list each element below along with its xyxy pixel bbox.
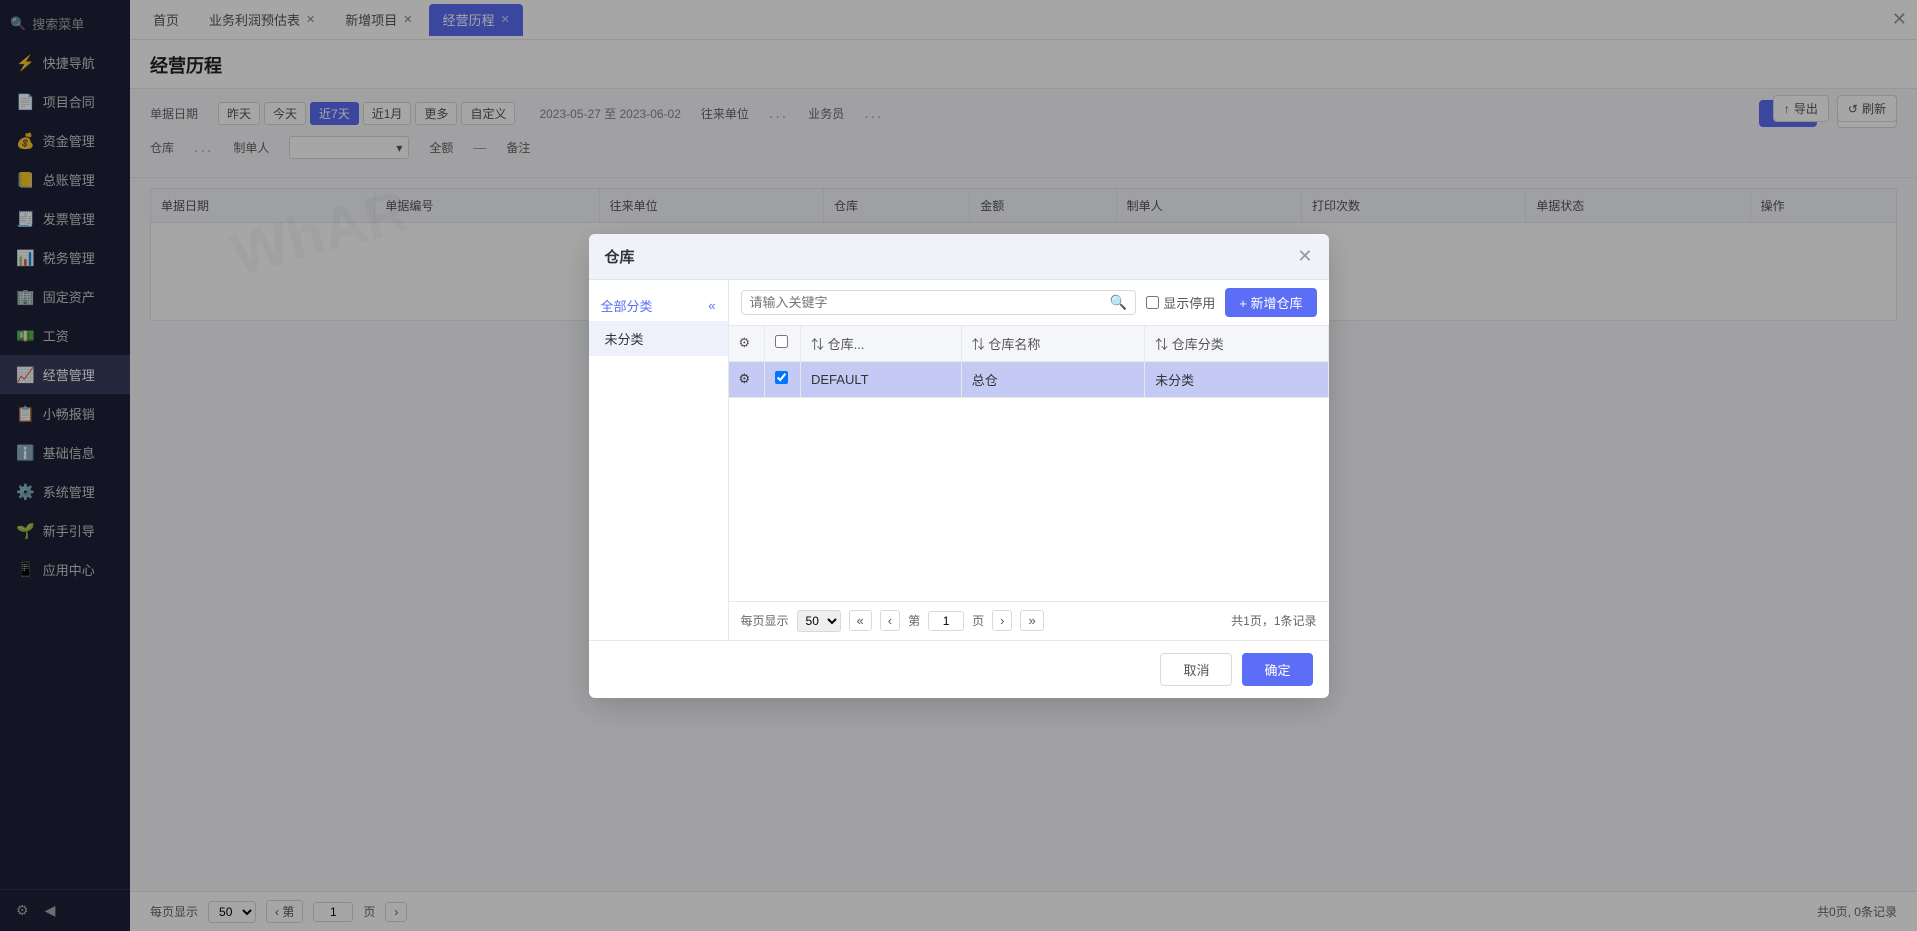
col-warehouse-category-header: ⇅ 仓库分类 [1145,326,1328,362]
modal-total-label: 共1页，1条记录 [1231,612,1316,629]
modal-search-icon: 🔍 [1110,294,1127,311]
show-disabled-input[interactable] [1146,296,1159,309]
row-1-code: DEFAULT [801,361,962,397]
col-checkbox-header[interactable] [765,326,801,362]
col-settings[interactable]: ⚙ [729,326,765,362]
modal-pagination: 每页显示 50 « ‹ 第 页 › » 共1页，1条记录 [729,601,1329,640]
modal-toolbar: 🔍 显示停用 + 新增仓库 [729,280,1329,326]
modal-footer: 取消 确定 [589,640,1329,698]
modal-overlay: 仓库 ✕ 全部分类 « 未分类 🔍 [0,0,1917,931]
all-category-header[interactable]: 全部分类 « [589,290,728,321]
modal-per-page-select[interactable]: 50 [797,610,841,632]
collapse-left-icon[interactable]: « [708,298,715,313]
modal-per-page-label: 每页显示 [741,612,789,629]
row-1-settings[interactable]: ⚙ [729,361,765,397]
modal-search-input[interactable] [750,295,1104,310]
modal-page-input[interactable] [928,611,964,631]
modal-right-panel: 🔍 显示停用 + 新增仓库 ⚙ [729,280,1329,640]
modal-page-label: 第 [908,612,920,629]
row-1-select[interactable] [775,371,788,384]
modal-table-body: ⚙ DEFAULT 总仓 未分类 [729,361,1329,397]
modal-table: ⚙ ⇅ 仓库... ⇅ [729,326,1329,398]
uncategorized-item[interactable]: 未分类 [589,321,728,356]
modal-prev-page[interactable]: ‹ [880,610,900,631]
modal-title: 仓库 [605,246,635,267]
row-1-checkbox[interactable] [765,361,801,397]
modal-body: 全部分类 « 未分类 🔍 显示停用 [589,280,1329,640]
table-row[interactable]: ⚙ DEFAULT 总仓 未分类 [729,361,1329,397]
modal-first-page[interactable]: « [849,610,872,631]
warehouse-modal: 仓库 ✕ 全部分类 « 未分类 🔍 [589,234,1329,698]
modal-table-header: ⚙ ⇅ 仓库... ⇅ [729,326,1329,362]
cancel-button[interactable]: 取消 [1160,653,1232,686]
modal-left-panel: 全部分类 « 未分类 [589,280,729,640]
modal-close-button[interactable]: ✕ [1297,246,1312,267]
row-settings-icon[interactable]: ⚙ [739,371,751,386]
add-warehouse-button[interactable]: + 新增仓库 [1225,288,1316,317]
row-1-category: 未分类 [1145,361,1328,397]
modal-page-suffix: 页 [972,612,984,629]
select-all-checkbox[interactable] [775,335,788,348]
modal-last-page[interactable]: » [1020,610,1043,631]
confirm-button[interactable]: 确定 [1242,653,1312,686]
modal-next-page[interactable]: › [992,610,1012,631]
col-warehouse-name-header: ⇅ 仓库名称 [961,326,1144,362]
all-category-label: 全部分类 [601,296,653,315]
modal-header: 仓库 ✕ [589,234,1329,280]
modal-search-box[interactable]: 🔍 [741,290,1137,315]
col-warehouse-code-header: ⇅ 仓库... [801,326,962,362]
row-1-name: 总仓 [961,361,1144,397]
modal-table-header-row: ⚙ ⇅ 仓库... ⇅ [729,326,1329,362]
show-disabled-checkbox[interactable]: 显示停用 [1146,293,1215,312]
modal-table-wrap: ⚙ ⇅ 仓库... ⇅ [729,326,1329,601]
